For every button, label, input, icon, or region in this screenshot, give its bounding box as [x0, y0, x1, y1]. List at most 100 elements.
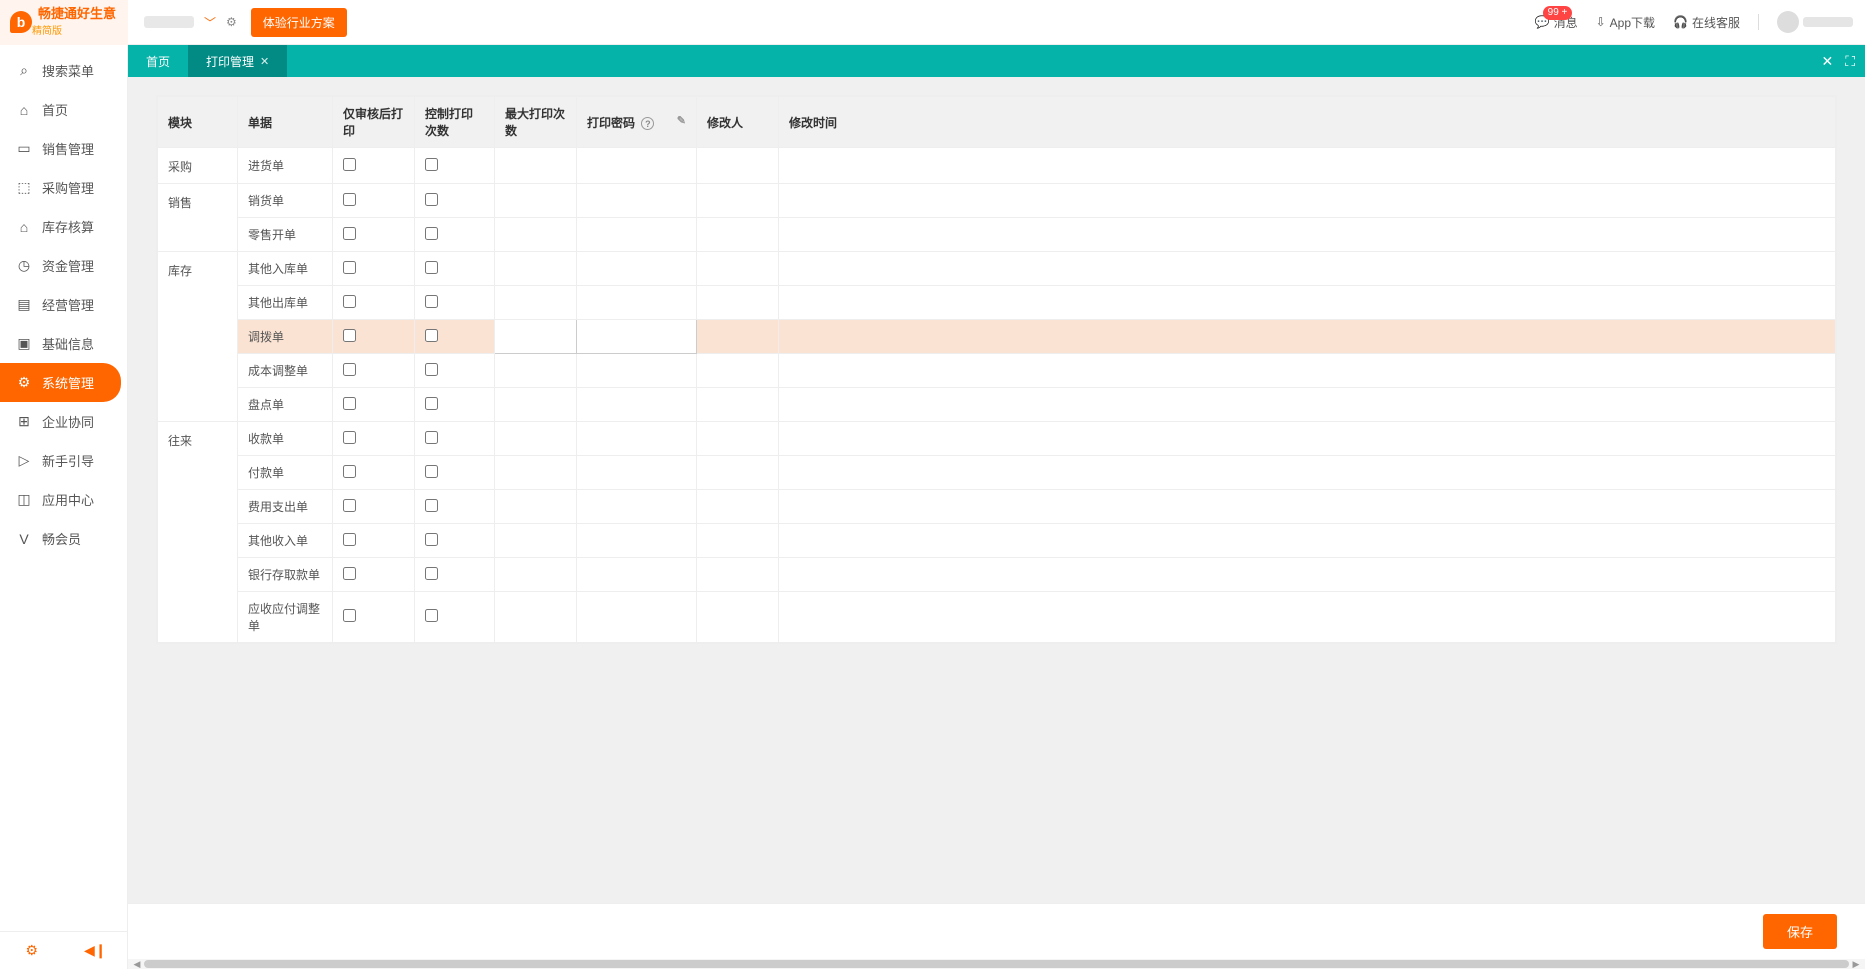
industry-plan-button[interactable]: 体验行业方案	[251, 8, 347, 37]
org-selector[interactable]: ﹀ ⚙	[144, 14, 237, 31]
modify-time-cell	[779, 524, 1836, 558]
table-row: 成本调整单	[158, 354, 1836, 388]
doc-cell: 付款单	[238, 456, 333, 490]
sidebar-item-funds[interactable]: ◷资金管理	[0, 246, 127, 285]
modify-time-cell	[779, 320, 1836, 354]
only-after-audit-checkbox[interactable]	[343, 363, 356, 376]
modifier-cell	[697, 184, 779, 218]
control-count-cell	[415, 218, 495, 252]
sidebar-item-search-menu[interactable]: ⌕搜索菜单	[0, 51, 127, 90]
user-menu[interactable]	[1777, 11, 1853, 33]
control-count-checkbox[interactable]	[425, 533, 438, 546]
scroll-left-icon[interactable]: ◀	[132, 959, 142, 969]
modify-time-cell	[779, 184, 1836, 218]
close-icon[interactable]: ✕	[260, 55, 269, 68]
messages-button[interactable]: 💬 99 + 消息	[1535, 14, 1578, 31]
only-after-audit-checkbox[interactable]	[343, 499, 356, 512]
modifier-cell	[697, 592, 779, 643]
control-count-checkbox[interactable]	[425, 609, 438, 622]
control-count-checkbox[interactable]	[425, 499, 438, 512]
control-count-checkbox[interactable]	[425, 363, 438, 376]
control-count-checkbox[interactable]	[425, 261, 438, 274]
only-after-audit-checkbox[interactable]	[343, 261, 356, 274]
help-icon[interactable]: ?	[641, 117, 654, 130]
chevron-down-icon: ﹀	[204, 14, 216, 31]
only-after-audit-checkbox[interactable]	[343, 295, 356, 308]
scroll-right-icon[interactable]: ▶	[1851, 959, 1861, 969]
sidebar-item-sales[interactable]: ▭销售管理	[0, 129, 127, 168]
max-count-cell	[495, 218, 577, 252]
control-count-checkbox[interactable]	[425, 329, 438, 342]
only-after-audit-checkbox[interactable]	[343, 329, 356, 342]
max-count-cell	[495, 388, 577, 422]
purchase-icon: ⬚	[16, 179, 32, 196]
sidebar-item-home[interactable]: ⌂首页	[0, 90, 127, 129]
only-after-audit-checkbox[interactable]	[343, 227, 356, 240]
tab-close-all-button[interactable]: ✕	[1821, 53, 1833, 70]
sidebar-settings-button[interactable]: ⚙	[0, 932, 64, 969]
app-download-button[interactable]: ⇩ App下载	[1596, 14, 1655, 31]
control-count-checkbox[interactable]	[425, 295, 438, 308]
gear-icon[interactable]: ⚙	[226, 15, 237, 29]
support-button[interactable]: 🎧 在线客服	[1673, 14, 1740, 31]
tab-1[interactable]: 打印管理✕	[188, 45, 287, 77]
horizontal-scrollbar[interactable]: ◀ ▶	[128, 959, 1865, 969]
logo[interactable]: b 畅捷通好生意 精简版	[0, 0, 128, 45]
max-count-cell[interactable]	[495, 320, 577, 354]
only-after-audit-checkbox[interactable]	[343, 431, 356, 444]
only-after-audit-checkbox[interactable]	[343, 465, 356, 478]
only-after-audit-checkbox[interactable]	[343, 158, 356, 171]
only-after-audit-checkbox[interactable]	[343, 533, 356, 546]
sidebar-item-guide[interactable]: ▷新手引导	[0, 441, 127, 480]
control-count-checkbox[interactable]	[425, 397, 438, 410]
inventory-icon: ⌂	[16, 219, 32, 235]
table-row: 银行存取款单	[158, 558, 1836, 592]
doc-cell: 收款单	[238, 422, 333, 456]
sidebar-item-collab[interactable]: ⊞企业协同	[0, 402, 127, 441]
print-settings-table: 模块 单据 仅审核后打印 控制打印次数 最大打印次数 打印密码 ? ✎	[157, 96, 1836, 643]
download-label: App下载	[1610, 14, 1655, 31]
only-after-audit-checkbox[interactable]	[343, 193, 356, 206]
fullscreen-button[interactable]: ⛶	[1845, 53, 1855, 70]
th-password-label: 打印密码	[587, 116, 635, 130]
modifier-cell	[697, 456, 779, 490]
control-count-checkbox[interactable]	[425, 465, 438, 478]
doc-cell: 应收应付调整单	[238, 592, 333, 643]
scroll-thumb[interactable]	[144, 960, 1849, 968]
save-button[interactable]: 保存	[1763, 914, 1837, 949]
sidebar-item-apps[interactable]: ◫应用中心	[0, 480, 127, 519]
control-count-checkbox[interactable]	[425, 193, 438, 206]
control-count-checkbox[interactable]	[425, 158, 438, 171]
only-after-audit-checkbox[interactable]	[343, 567, 356, 580]
control-count-checkbox[interactable]	[425, 227, 438, 240]
module-cell: 销售	[158, 184, 238, 252]
control-count-cell	[415, 558, 495, 592]
only-after-audit-checkbox[interactable]	[343, 397, 356, 410]
module-cell: 采购	[158, 148, 238, 184]
sidebar-item-system[interactable]: ⚙系统管理	[0, 363, 121, 402]
sidebar-item-basic[interactable]: ▣基础信息	[0, 324, 127, 363]
password-cell[interactable]	[577, 320, 697, 354]
sidebar-item-purchase[interactable]: ⬚采购管理	[0, 168, 127, 207]
control-count-checkbox[interactable]	[425, 567, 438, 580]
control-count-checkbox[interactable]	[425, 431, 438, 444]
sidebar-collapse-button[interactable]: ◀❙	[64, 932, 128, 969]
collab-icon: ⊞	[16, 413, 32, 430]
operation-icon: ▤	[16, 296, 32, 313]
only-after-audit-cell	[333, 456, 415, 490]
guide-icon: ▷	[16, 452, 32, 469]
edit-icon[interactable]: ✎	[677, 114, 686, 127]
tab-0[interactable]: 首页	[128, 45, 188, 77]
password-cell	[577, 592, 697, 643]
th-module: 模块	[158, 97, 238, 148]
control-count-cell	[415, 354, 495, 388]
sidebar-item-operation[interactable]: ▤经营管理	[0, 285, 127, 324]
sidebar-item-inventory[interactable]: ⌂库存核算	[0, 207, 127, 246]
table-row: 付款单	[158, 456, 1836, 490]
control-count-cell	[415, 320, 495, 354]
modifier-cell	[697, 320, 779, 354]
only-after-audit-checkbox[interactable]	[343, 609, 356, 622]
sidebar-item-member[interactable]: V畅会员	[0, 519, 127, 558]
modifier-cell	[697, 148, 779, 184]
control-count-cell	[415, 592, 495, 643]
